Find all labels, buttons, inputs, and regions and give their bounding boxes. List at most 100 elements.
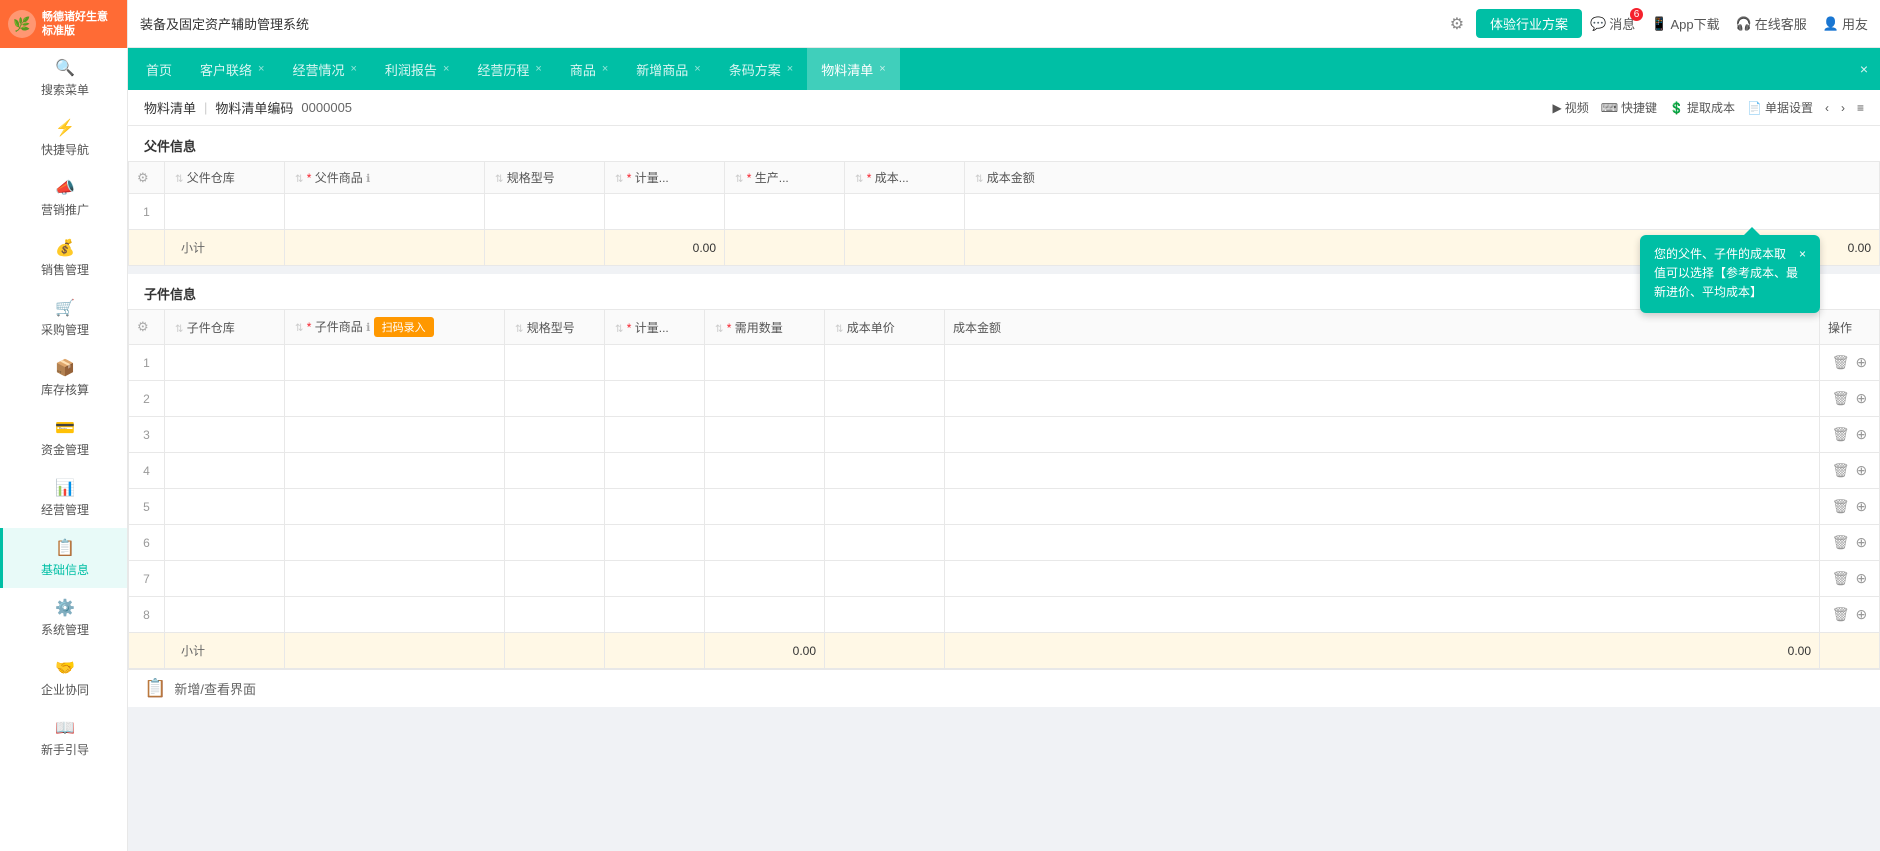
tab-operations-status-close[interactable]: ×	[350, 63, 356, 75]
sidebar-item-inventory[interactable]: 📦 库存核算	[0, 348, 127, 408]
sidebar-item-purchase[interactable]: 🛒 采购管理	[0, 288, 127, 348]
tab-home[interactable]: 首页	[132, 48, 186, 90]
child-row-4-unit-cost[interactable]	[825, 453, 945, 489]
sidebar-item-enterprise[interactable]: 🤝 企业协同	[0, 648, 127, 708]
user-action[interactable]: 👤 用友	[1823, 14, 1868, 33]
child-row-7-unit-cost[interactable]	[825, 561, 945, 597]
child-row-2-qty[interactable]	[705, 381, 825, 417]
child-row-2-product[interactable]	[285, 381, 505, 417]
delete-icon-1[interactable]: 🗑	[1832, 354, 1850, 371]
child-row-5-unit-cost[interactable]	[825, 489, 945, 525]
child-row-6-cost-amount[interactable]	[945, 525, 1820, 561]
tab-barcode-plan-close[interactable]: ×	[787, 63, 793, 75]
tab-bom-list[interactable]: 物料清单 ×	[807, 48, 899, 90]
delete-icon-2[interactable]: 🗑	[1832, 390, 1850, 407]
child-row-8-spec[interactable]	[505, 597, 605, 633]
sidebar-item-quick-nav[interactable]: ⚡ 快捷导航	[0, 108, 127, 168]
action-view[interactable]: ▶ 视频	[1552, 99, 1588, 116]
tab-operations-history[interactable]: 经营历程 ×	[463, 48, 555, 90]
sidebar-item-operations[interactable]: 📊 经营管理	[0, 468, 127, 528]
child-row-4-qty[interactable]	[705, 453, 825, 489]
parent-row-1-production[interactable]	[725, 194, 845, 230]
parent-row-1-product[interactable]	[285, 194, 485, 230]
tab-profit-report-close[interactable]: ×	[443, 63, 449, 75]
delete-icon-7[interactable]: 🗑	[1832, 570, 1850, 587]
child-row-3-spec[interactable]	[505, 417, 605, 453]
tab-customer-close[interactable]: ×	[258, 63, 264, 75]
sidebar-item-marketing[interactable]: 📣 营销推广	[0, 168, 127, 228]
child-row-1-product[interactable]	[285, 345, 505, 381]
copy-icon-3[interactable]: ⊕	[1856, 426, 1868, 443]
child-row-5-cost-amount[interactable]	[945, 489, 1820, 525]
parent-row-1-spec[interactable]	[485, 194, 605, 230]
nav-prev[interactable]: ‹	[1825, 101, 1829, 115]
child-row-3-unit-cost[interactable]	[825, 417, 945, 453]
child-row-3-cost-amount[interactable]	[945, 417, 1820, 453]
child-row-2-spec[interactable]	[505, 381, 605, 417]
copy-icon-5[interactable]: ⊕	[1856, 498, 1868, 515]
child-row-1-warehouse[interactable]	[165, 345, 285, 381]
tab-new-products[interactable]: 新增商品 ×	[622, 48, 714, 90]
sidebar-item-system[interactable]: ⚙️ 系统管理	[0, 588, 127, 648]
delete-icon-3[interactable]: 🗑	[1832, 426, 1850, 443]
parent-col-settings[interactable]: ⚙	[129, 162, 165, 194]
tab-products[interactable]: 商品 ×	[556, 48, 622, 90]
parent-settings-gear[interactable]: ⚙	[137, 170, 149, 185]
action-shortcut[interactable]: ⌨ 快捷键	[1601, 99, 1657, 116]
sidebar-item-sales[interactable]: 💰 销售管理	[0, 228, 127, 288]
tab-bom-list-close[interactable]: ×	[879, 63, 885, 75]
copy-icon-4[interactable]: ⊕	[1856, 462, 1868, 479]
tab-products-close[interactable]: ×	[602, 63, 608, 75]
parent-row-1-cost-amount[interactable]	[965, 194, 1880, 230]
child-row-1-spec[interactable]	[505, 345, 605, 381]
delete-icon-6[interactable]: 🗑	[1832, 534, 1850, 551]
child-row-5-spec[interactable]	[505, 489, 605, 525]
settings-gear-icon[interactable]: ⚙	[1446, 10, 1468, 38]
copy-icon-6[interactable]: ⊕	[1856, 534, 1868, 551]
child-row-8-cost-amount[interactable]	[945, 597, 1820, 633]
child-row-7-spec[interactable]	[505, 561, 605, 597]
tab-barcode-plan[interactable]: 条码方案 ×	[715, 48, 807, 90]
copy-icon-1[interactable]: ⊕	[1856, 354, 1868, 371]
child-row-6-product[interactable]	[285, 525, 505, 561]
child-row-2-unit[interactable]	[605, 381, 705, 417]
child-row-7-cost-amount[interactable]	[945, 561, 1820, 597]
child-row-8-qty[interactable]	[705, 597, 825, 633]
child-row-6-warehouse[interactable]	[165, 525, 285, 561]
app-download-action[interactable]: 📱 App下载	[1651, 14, 1719, 33]
sidebar-item-basic-info[interactable]: 📋 基础信息	[0, 528, 127, 588]
child-row-5-qty[interactable]	[705, 489, 825, 525]
child-row-6-spec[interactable]	[505, 525, 605, 561]
child-row-6-unit[interactable]	[605, 525, 705, 561]
child-row-3-unit[interactable]	[605, 417, 705, 453]
close-all-tabs[interactable]: ×	[1852, 57, 1876, 81]
action-setting[interactable]: 📄 单据设置	[1747, 99, 1813, 116]
nav-next[interactable]: ›	[1841, 101, 1845, 115]
delete-icon-8[interactable]: 🗑	[1832, 606, 1850, 623]
delete-icon-4[interactable]: 🗑	[1832, 462, 1850, 479]
parent-row-1-warehouse[interactable]	[165, 194, 285, 230]
sidebar-item-guide[interactable]: 📖 新手引导	[0, 708, 127, 768]
action-cost[interactable]: 💲 提取成本	[1669, 99, 1735, 116]
child-row-3-product[interactable]	[285, 417, 505, 453]
copy-icon-2[interactable]: ⊕	[1856, 390, 1868, 407]
child-row-7-warehouse[interactable]	[165, 561, 285, 597]
child-row-2-unit-cost[interactable]	[825, 381, 945, 417]
child-settings-gear[interactable]: ⚙	[137, 319, 149, 334]
trial-btn[interactable]: 体验行业方案	[1476, 9, 1582, 38]
sidebar-item-search[interactable]: 🔍 搜索菜单	[0, 48, 127, 108]
copy-icon-8[interactable]: ⊕	[1856, 606, 1868, 623]
parent-row-1-cost[interactable]	[845, 194, 965, 230]
delete-icon-5[interactable]: 🗑	[1832, 498, 1850, 515]
sidebar-item-finance[interactable]: 💳 资金管理	[0, 408, 127, 468]
parent-row-1-unit[interactable]	[605, 194, 725, 230]
child-row-6-qty[interactable]	[705, 525, 825, 561]
child-row-5-unit[interactable]	[605, 489, 705, 525]
child-row-2-cost-amount[interactable]	[945, 381, 1820, 417]
child-row-4-cost-amount[interactable]	[945, 453, 1820, 489]
child-row-4-product[interactable]	[285, 453, 505, 489]
tab-new-products-close[interactable]: ×	[694, 63, 700, 75]
child-row-8-warehouse[interactable]	[165, 597, 285, 633]
child-row-2-warehouse[interactable]	[165, 381, 285, 417]
table-view-icon[interactable]: ≡	[1857, 101, 1864, 115]
